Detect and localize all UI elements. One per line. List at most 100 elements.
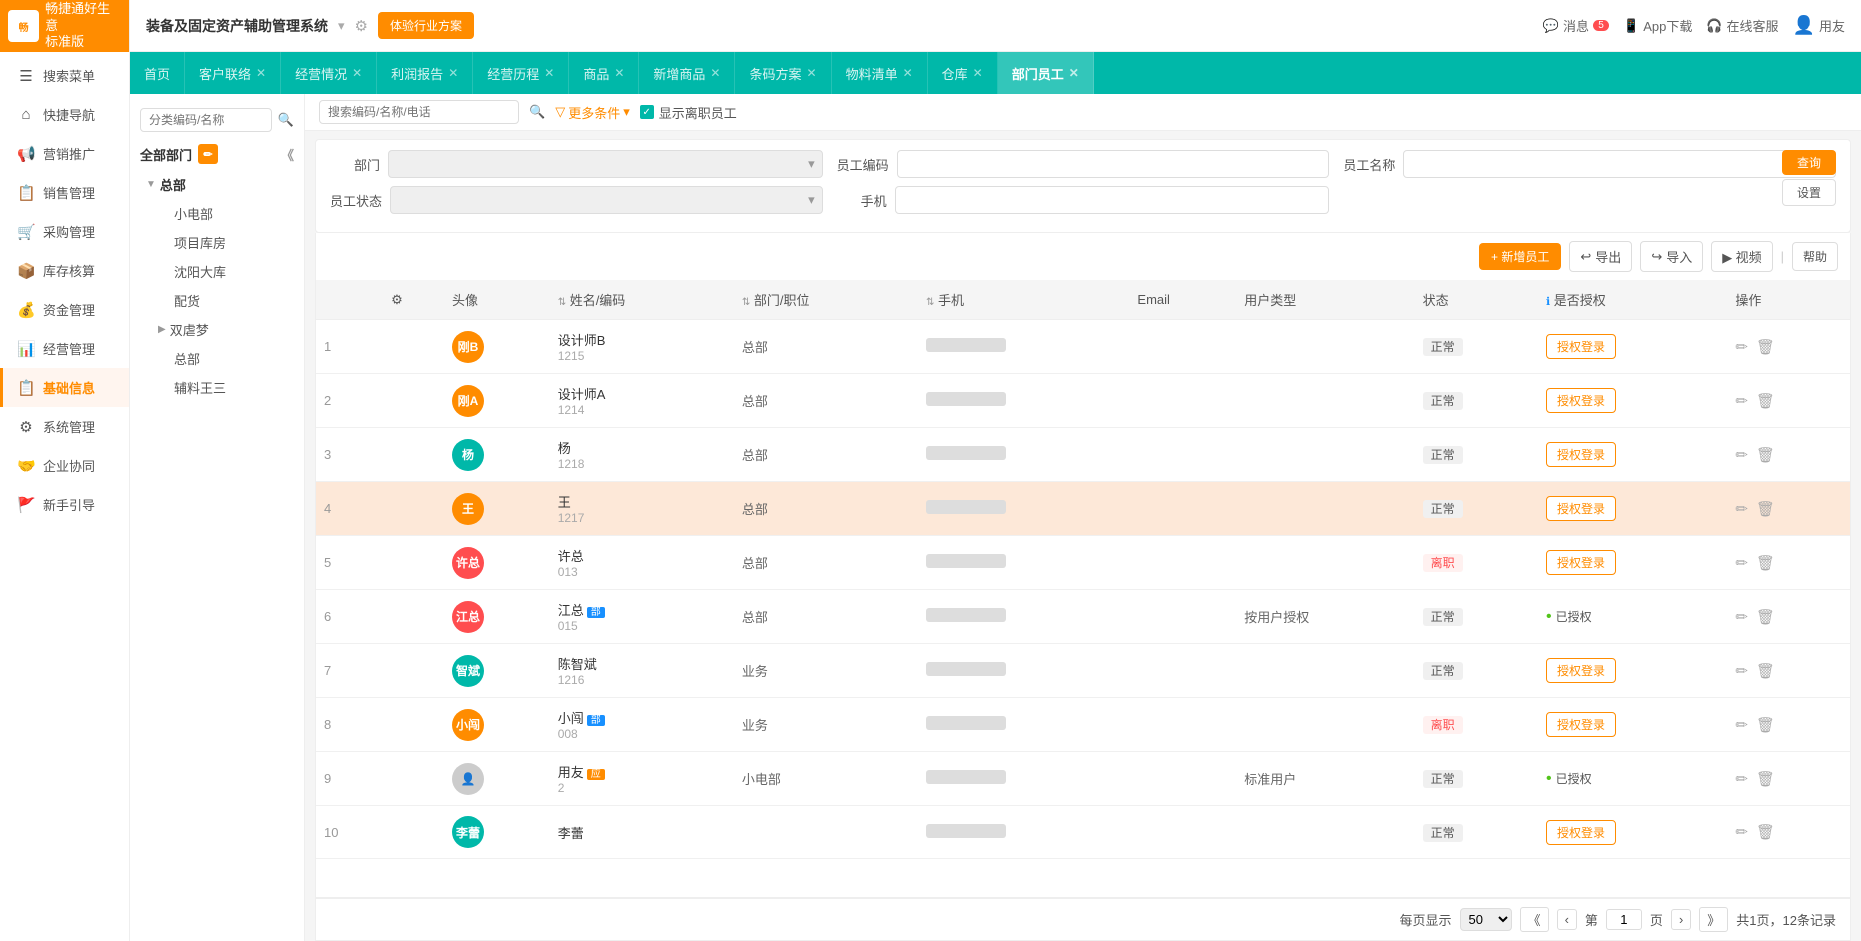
delete-icon[interactable]: 🗑 [1756, 446, 1775, 464]
dept-select[interactable] [388, 150, 823, 178]
view-button[interactable]: ▶ 视频 [1711, 241, 1772, 272]
sidebar-item-purchase[interactable]: 🛒采购管理 [0, 212, 129, 251]
auth-login-button[interactable]: 授权登录 [1546, 550, 1616, 575]
sidebar-item-system[interactable]: ⚙系统管理 [0, 407, 129, 446]
sidebar-item-finance[interactable]: 💰资金管理 [0, 290, 129, 329]
gear-icon[interactable]: ⚙ [355, 17, 368, 35]
tab-新增商品[interactable]: 新增商品✕ [639, 52, 735, 94]
delete-icon[interactable]: 🗑 [1756, 662, 1775, 680]
sidebar-item-inventory[interactable]: 📦库存核算 [0, 251, 129, 290]
tree-node-zongbu[interactable]: ▼总部 [130, 170, 304, 199]
tree-node-pushu[interactable]: 辅料王三 [130, 373, 304, 402]
tab-物料清单[interactable]: 物料清单✕ [832, 52, 928, 94]
sidebar-item-sales[interactable]: 📋销售管理 [0, 173, 129, 212]
auth-login-button[interactable]: 授权登录 [1546, 334, 1616, 359]
tree-node-peihuo[interactable]: 配货 [130, 286, 304, 315]
delete-icon[interactable]: 🗑 [1756, 770, 1775, 788]
edit-icon[interactable]: ✏ [1735, 500, 1748, 518]
tab-仓库[interactable]: 仓库✕ [928, 52, 998, 94]
auth-login-button[interactable]: 授权登录 [1546, 496, 1616, 521]
import-button[interactable]: ↪ 导入 [1640, 241, 1703, 272]
add-employee-button[interactable]: + 新增员工 [1479, 243, 1561, 270]
delete-icon[interactable]: 🗑 [1756, 554, 1775, 572]
auth-login-button[interactable]: 授权登录 [1546, 388, 1616, 413]
tab-close-icon[interactable]: ✕ [352, 66, 362, 80]
online-service-button[interactable]: 🎧 在线客服 [1706, 16, 1778, 35]
edit-icon[interactable]: ✏ [1735, 392, 1748, 410]
tab-close-icon[interactable]: ✕ [544, 66, 554, 80]
th-settings[interactable]: ⚙ [383, 280, 444, 320]
app-download-button[interactable]: 📱 App下载 [1623, 16, 1692, 35]
auth-login-button[interactable]: 授权登录 [1546, 820, 1616, 845]
auth-login-button[interactable]: 授权登录 [1546, 442, 1616, 467]
tree-node-zongbu2[interactable]: 总部 [130, 344, 304, 373]
tree-search-input[interactable] [140, 108, 272, 132]
search-input[interactable] [319, 100, 519, 124]
tab-close-icon[interactable]: ✕ [973, 66, 983, 80]
tab-利润报告[interactable]: 利润报告✕ [377, 52, 473, 94]
edit-icon[interactable]: ✏ [1735, 554, 1748, 572]
delete-icon[interactable]: 🗑 [1756, 716, 1775, 734]
delete-icon[interactable]: 🗑 [1756, 823, 1775, 841]
tree-node-xiangmukufang[interactable]: 项目库房 [130, 228, 304, 257]
edit-icon[interactable]: ✏ [1735, 608, 1748, 626]
delete-icon[interactable]: 🗑 [1756, 500, 1775, 518]
trial-button[interactable]: 体验行业方案 [378, 12, 474, 39]
tab-部门员工[interactable]: 部门员工✕ [998, 52, 1094, 94]
emp-status-select[interactable] [390, 186, 823, 214]
tab-商品[interactable]: 商品✕ [569, 52, 639, 94]
prev-page-button[interactable]: ‹ [1557, 909, 1577, 930]
tab-close-icon[interactable]: ✕ [614, 66, 624, 80]
edit-icon[interactable]: ✏ [1735, 446, 1748, 464]
tab-条码方案[interactable]: 条码方案✕ [735, 52, 831, 94]
tab-首页[interactable]: 首页 [130, 52, 185, 94]
emp-name-input[interactable] [1403, 150, 1836, 178]
show-left-toggle[interactable]: ✓ 显示离职员工 [640, 103, 737, 122]
set-button[interactable]: 设置 [1782, 179, 1836, 206]
per-page-select[interactable]: 50 100 [1460, 908, 1512, 931]
page-number-input[interactable] [1606, 909, 1642, 930]
sidebar-item-marketing[interactable]: 📢营销推广 [0, 134, 129, 173]
tree-collapse-icon[interactable]: 《 [281, 145, 294, 164]
tree-search-icon[interactable]: 🔍 [278, 112, 294, 128]
delete-icon[interactable]: 🗑 [1756, 338, 1775, 356]
export-button[interactable]: ↩ 导出 [1569, 241, 1632, 272]
last-page-button[interactable]: 》 [1699, 907, 1728, 932]
edit-icon[interactable]: ✏ [1735, 823, 1748, 841]
sidebar-item-operation[interactable]: 📊经营管理 [0, 329, 129, 368]
auth-login-button[interactable]: 授权登录 [1546, 712, 1616, 737]
query-button[interactable]: 查询 [1782, 150, 1836, 175]
dropdown-icon[interactable]: ▾ [338, 18, 345, 34]
more-conditions-button[interactable]: ▽ 更多条件 ▾ [555, 103, 630, 122]
tree-node-shenyangdajun[interactable]: 沈阳大库 [130, 257, 304, 286]
sidebar-item-collab[interactable]: 🤝企业协同 [0, 446, 129, 485]
edit-icon[interactable]: ✏ [1735, 770, 1748, 788]
tab-close-icon[interactable]: ✕ [710, 66, 720, 80]
sidebar-item-guide[interactable]: 🚩新手引导 [0, 485, 129, 524]
auth-login-button[interactable]: 授权登录 [1546, 658, 1616, 683]
user-area[interactable]: 👤 用友 [1793, 15, 1845, 36]
sidebar-item-basic[interactable]: 📋基础信息 [0, 368, 129, 407]
edit-icon[interactable]: ✏ [1735, 716, 1748, 734]
sidebar-item-quick[interactable]: ⌂快捷导航 [0, 95, 129, 134]
tab-close-icon[interactable]: ✕ [807, 66, 817, 80]
tab-客户联络[interactable]: 客户联络✕ [185, 52, 281, 94]
tab-close-icon[interactable]: ✕ [1069, 66, 1079, 80]
phone-input[interactable] [895, 186, 1330, 214]
edit-icon[interactable]: ✏ [1735, 338, 1748, 356]
sidebar-item-search[interactable]: ☰搜索菜单 [0, 56, 129, 95]
tab-close-icon[interactable]: ✕ [256, 66, 266, 80]
first-page-button[interactable]: 《 [1520, 907, 1549, 932]
delete-icon[interactable]: 🗑 [1756, 608, 1775, 626]
emp-code-input[interactable] [897, 150, 1330, 178]
tab-经营历程[interactable]: 经营历程✕ [473, 52, 569, 94]
message-button[interactable]: 💬 消息 5 [1543, 16, 1609, 35]
filter-search-icon[interactable]: 🔍 [529, 104, 545, 120]
delete-icon[interactable]: 🗑 [1756, 392, 1775, 410]
tree-edit-icon[interactable]: ✏ [198, 144, 218, 164]
tree-node-shuangmeng[interactable]: ▶双虐梦 [130, 315, 304, 344]
next-page-button[interactable]: › [1671, 909, 1691, 930]
tab-close-icon[interactable]: ✕ [448, 66, 458, 80]
edit-icon[interactable]: ✏ [1735, 662, 1748, 680]
tab-close-icon[interactable]: ✕ [903, 66, 913, 80]
